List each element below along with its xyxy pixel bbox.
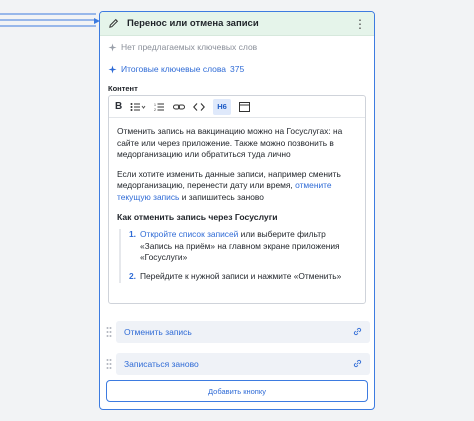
- drag-handle-icon[interactable]: [106, 358, 112, 370]
- list-item: 2. Перейдите к нужной записи и нажмите «…: [129, 271, 357, 283]
- button-label: Записаться заново: [124, 359, 199, 369]
- content-card: Перенос или отмена записи ⋮ Нет предлага…: [99, 11, 375, 410]
- cancel-record-button[interactable]: Отменить запись: [116, 321, 370, 343]
- paragraph-intro: Отменить запись на вакцинацию можно на Г…: [117, 126, 343, 160]
- keyword-icon: [108, 42, 118, 52]
- card-title: Перенос или отмена записи: [127, 18, 259, 29]
- open-records-link[interactable]: Откройте список записей: [140, 229, 238, 239]
- paragraph-change-tail: и запишитесь заново: [179, 191, 264, 202]
- list-item-text: Откройте список записей или выберите фил…: [140, 229, 357, 264]
- final-keywords-count: 375: [230, 64, 245, 74]
- final-keywords-label: Итоговые ключевые слова: [121, 64, 227, 74]
- paragraph-change: Если хотите изменить данные записи, напр…: [117, 169, 357, 204]
- editor-toolbar: B 12 H6: [109, 96, 365, 118]
- link-icon[interactable]: [353, 327, 362, 338]
- list-item: 1. Откройте список записей или выберите …: [129, 229, 357, 264]
- bold-button[interactable]: B: [115, 99, 122, 115]
- link-icon[interactable]: [353, 359, 362, 370]
- pencil-icon[interactable]: [108, 17, 122, 31]
- final-keywords[interactable]: Итоговые ключевые слова 375: [100, 58, 374, 80]
- bullet-list-button[interactable]: [130, 99, 146, 115]
- reschedule-button[interactable]: Записаться заново: [116, 353, 370, 375]
- list-number: 1.: [129, 229, 136, 240]
- svg-text:2: 2: [154, 108, 156, 112]
- heading-h6-button[interactable]: H6: [213, 98, 231, 115]
- suggested-keywords-label: Нет предлагаемых ключевых слов: [121, 42, 258, 52]
- button-label: Отменить запись: [124, 327, 192, 337]
- add-button[interactable]: Добавить кнопку: [106, 380, 368, 402]
- numbered-list-button[interactable]: 12: [154, 99, 165, 115]
- code-icon[interactable]: [193, 99, 206, 115]
- drag-handle-icon[interactable]: [106, 326, 112, 338]
- connector-lines: [0, 13, 100, 27]
- rich-text-editor[interactable]: B 12 H6 Отменить запись на вакцинацию мо…: [108, 95, 366, 304]
- svg-text:1: 1: [154, 103, 156, 107]
- editor-content[interactable]: Отменить запись на вакцинацию можно на Г…: [109, 118, 365, 298]
- steps-list: 1. Откройте список записей или выберите …: [119, 229, 357, 283]
- card-header: Перенос или отмена записи ⋮: [100, 12, 374, 36]
- list-number: 2.: [129, 270, 136, 281]
- button-row: Отменить запись: [106, 321, 370, 343]
- more-options-icon[interactable]: ⋮: [354, 18, 366, 30]
- button-row: Записаться заново: [106, 353, 370, 375]
- keyword-icon: [108, 64, 118, 74]
- list-item-text: Перейдите к нужной записи и нажмите «Отм…: [140, 270, 342, 281]
- content-label: Контент: [108, 84, 138, 93]
- embed-window-icon[interactable]: [238, 99, 250, 115]
- suggested-keywords: Нет предлагаемых ключевых слов: [100, 36, 374, 58]
- content-heading: Как отменить запись через Госуслуги: [117, 211, 278, 222]
- link-icon[interactable]: [173, 99, 186, 115]
